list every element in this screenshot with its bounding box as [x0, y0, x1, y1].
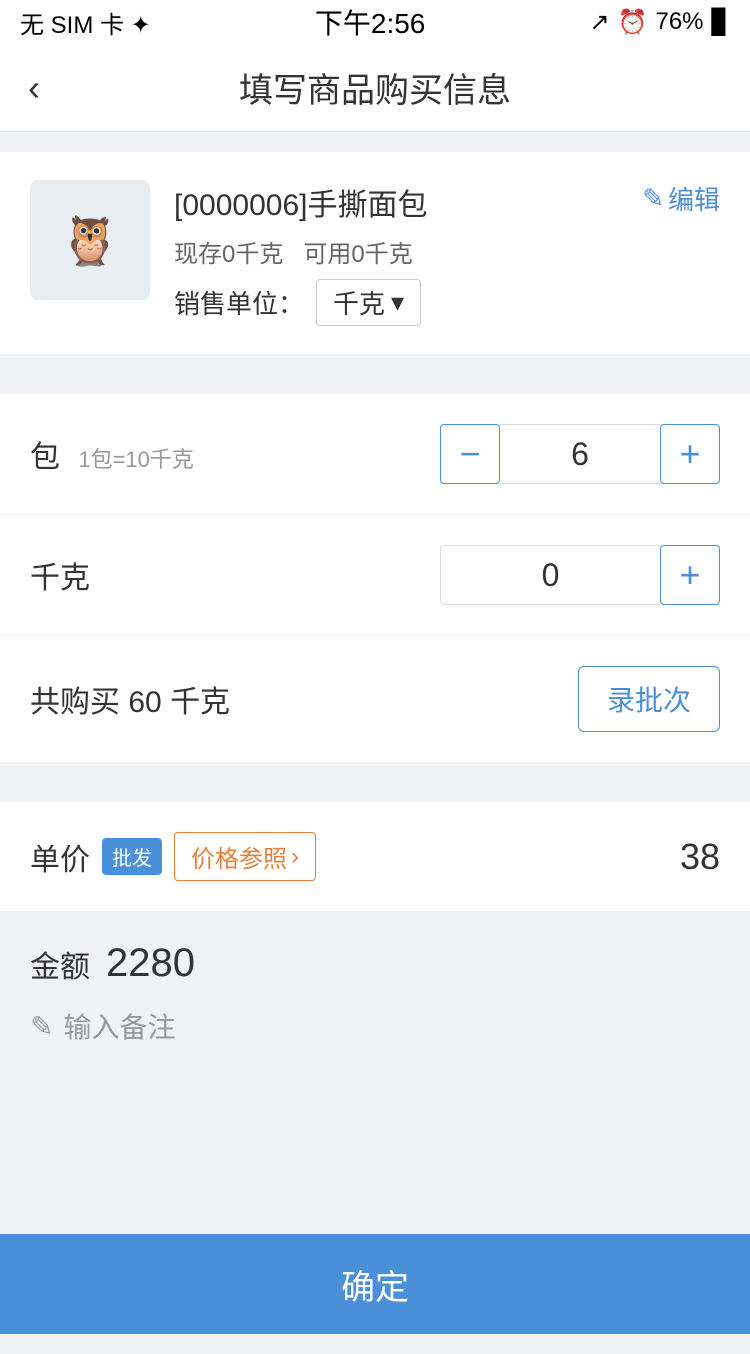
status-bar: 无 SIM 卡 ✦ 下午2:56 ↗ ⏰ 76% ▊: [0, 0, 750, 44]
unit-value: 千克: [333, 284, 385, 321]
status-left: 无 SIM 卡 ✦: [20, 5, 151, 40]
product-name: [0000006]手撕面包: [174, 180, 720, 224]
remark-icon: ✎: [30, 1010, 53, 1043]
product-stock: 现存0千克 可用0千克: [174, 234, 720, 269]
edit-icon: ✎: [642, 183, 664, 214]
package-section: 包 1包=10千克 − + 千克 +: [0, 394, 750, 636]
batch-button[interactable]: 录批次: [578, 666, 720, 732]
package-hint: 1包=10千克: [78, 447, 194, 472]
price-ref-button[interactable]: 价格参照 ›: [174, 832, 316, 881]
location-icon: ↗: [589, 8, 609, 37]
dropdown-arrow-icon: ▾: [391, 287, 404, 318]
unit-dropdown[interactable]: 千克 ▾: [316, 279, 421, 326]
package-label: 包 1包=10千克: [30, 432, 440, 476]
price-left: 单价 批发 价格参照 ›: [30, 832, 316, 881]
nav-bar: ‹ 填写商品购买信息: [0, 44, 750, 132]
package-quantity-row: 包 1包=10千克 − +: [0, 394, 750, 515]
price-label: 单价: [30, 835, 90, 879]
kilo-label: 千克: [30, 553, 440, 597]
batch-badge: 批发: [102, 838, 162, 875]
chevron-right-icon: ›: [291, 843, 299, 871]
battery-level: 76%: [655, 8, 703, 36]
kilo-quantity-input[interactable]: [440, 545, 660, 605]
status-time: 下午2:56: [315, 2, 426, 42]
product-image: 🦉: [30, 180, 150, 300]
remark-text: 输入备注: [63, 1006, 175, 1046]
kilo-quantity-controls: +: [440, 545, 720, 605]
unit-label: 销售单位：: [174, 284, 304, 321]
confirm-button-label: 确定: [341, 1260, 409, 1309]
product-unit-row: 销售单位： 千克 ▾: [174, 279, 720, 326]
page-title: 填写商品购买信息: [239, 63, 511, 112]
price-row: 单价 批发 价格参照 › 38: [30, 832, 720, 881]
divider-1: [0, 354, 750, 374]
alarm-icon: ⏰: [618, 8, 648, 37]
remark-row[interactable]: ✎ 输入备注: [30, 1006, 720, 1046]
status-right: ↗ ⏰ 76% ▊: [589, 8, 730, 37]
kilo-plus-button[interactable]: +: [660, 545, 720, 605]
product-thumbnail-icon: 🦉: [60, 212, 120, 269]
main-content: 🦉 [0000006]手撕面包 现存0千克 可用0千克 销售单位： 千克 ▾ ✎…: [0, 152, 750, 1354]
confirm-bar[interactable]: 确定: [0, 1234, 750, 1334]
summary-text: 共购买 60 千克: [30, 677, 230, 721]
package-quantity-controls: − +: [440, 424, 720, 484]
summary-amount: 60: [128, 686, 161, 719]
price-section: 单价 批发 价格参照 › 38: [0, 802, 750, 911]
sim-status: 无 SIM 卡 ✦: [20, 5, 151, 40]
package-plus-button[interactable]: +: [660, 424, 720, 484]
amount-value: 2280: [106, 941, 195, 986]
product-card: 🦉 [0000006]手撕面包 现存0千克 可用0千克 销售单位： 千克 ▾ ✎…: [0, 152, 750, 354]
product-info: [0000006]手撕面包 现存0千克 可用0千克 销售单位： 千克 ▾: [174, 180, 720, 326]
amount-section: 金额 2280 ✎ 输入备注: [0, 911, 750, 1066]
back-button[interactable]: ‹: [28, 67, 40, 109]
package-minus-button[interactable]: −: [440, 424, 500, 484]
price-value: 38: [680, 836, 720, 878]
summary-row: 共购买 60 千克 录批次: [0, 636, 750, 762]
package-quantity-input[interactable]: [500, 424, 660, 484]
battery-icon: ▊: [712, 8, 730, 37]
edit-button[interactable]: ✎ 编辑: [642, 180, 720, 217]
kilo-quantity-row: 千克 +: [0, 515, 750, 636]
amount-row: 金额 2280: [30, 941, 720, 986]
amount-label: 金额: [30, 942, 90, 986]
divider-2: [0, 762, 750, 782]
